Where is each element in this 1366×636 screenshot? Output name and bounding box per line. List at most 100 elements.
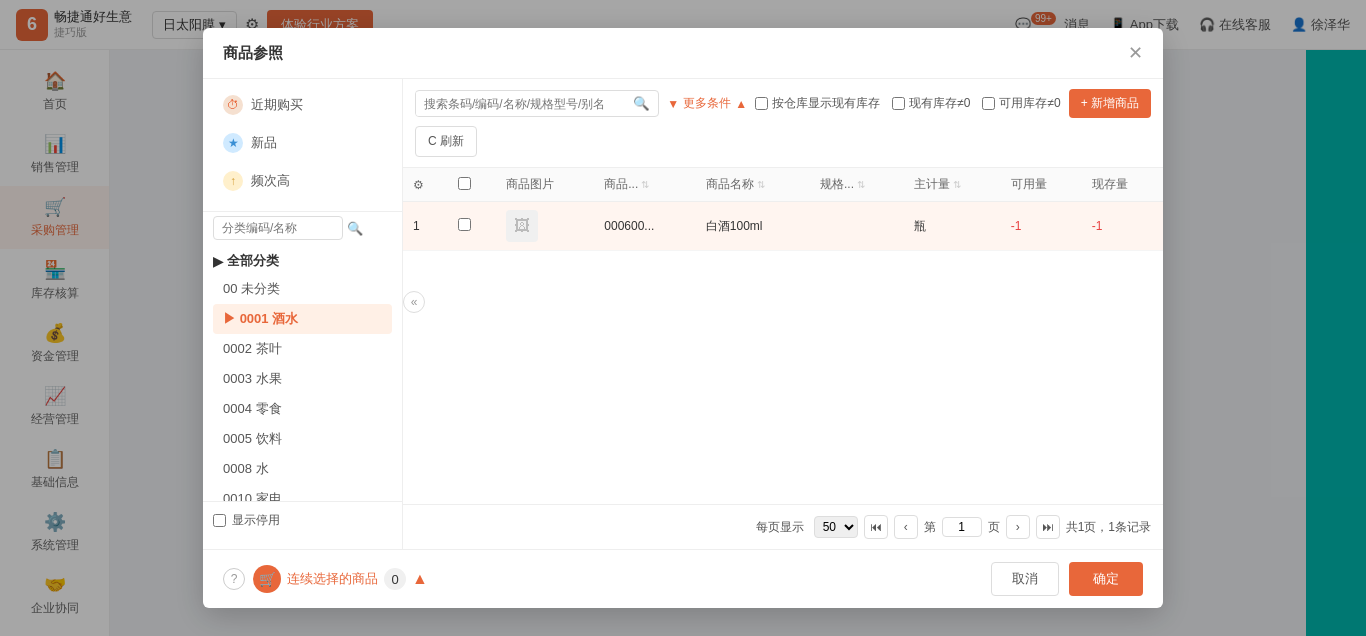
category-item-0008[interactable]: 0008 水 bbox=[213, 454, 392, 484]
filter-icon: ▼ bbox=[667, 97, 679, 111]
freq-icon: ↑ bbox=[223, 171, 243, 191]
all-categories[interactable]: ▶ 全部分类 bbox=[213, 248, 392, 274]
category-label: 0008 水 bbox=[223, 461, 269, 476]
cell-unit: 瓶 bbox=[904, 202, 1001, 251]
category-label: 0004 零食 bbox=[223, 401, 282, 416]
next-page-button[interactable]: › bbox=[1006, 515, 1030, 539]
cart-collapse-icon[interactable]: ▲ bbox=[412, 570, 428, 588]
product-table: ⚙ 商品图片 商品... 商品名称 规格... 主计量 可用量 现存量 bbox=[403, 168, 1163, 251]
cart-area[interactable]: 🛒 连续选择的商品 0 ▲ bbox=[253, 565, 428, 593]
category-search-input[interactable] bbox=[213, 216, 343, 240]
product-table-container: ⚙ 商品图片 商品... 商品名称 规格... 主计量 可用量 现存量 bbox=[403, 168, 1163, 504]
refresh-button[interactable]: C 刷新 bbox=[415, 126, 477, 157]
help-button[interactable]: ? bbox=[223, 568, 245, 590]
page-number-input[interactable] bbox=[942, 517, 982, 537]
category-label: 0003 水果 bbox=[223, 371, 282, 386]
modal-title: 商品参照 bbox=[223, 44, 283, 63]
quick-new[interactable]: ★ 新品 bbox=[213, 127, 392, 159]
col-img: 商品图片 bbox=[496, 168, 595, 202]
show-disabled-checkbox[interactable] bbox=[213, 514, 226, 527]
category-item-0001[interactable]: ▶ 0001 酒水 bbox=[213, 304, 392, 334]
select-all-checkbox[interactable] bbox=[458, 177, 471, 190]
category-item-0002[interactable]: 0002 茶叶 bbox=[213, 334, 392, 364]
footer-right: 取消 确定 bbox=[991, 562, 1143, 596]
search-bar: 🔍 bbox=[415, 90, 659, 117]
category-search-icon[interactable]: 🔍 bbox=[347, 221, 363, 236]
page-text: 第 bbox=[924, 519, 936, 536]
cart-count: 0 bbox=[384, 568, 406, 590]
checkbox-avail-nz-input[interactable] bbox=[982, 97, 995, 110]
category-expand-icon: ▶ bbox=[223, 311, 240, 326]
cell-img: 🖼 bbox=[496, 202, 595, 251]
col-unit[interactable]: 主计量 bbox=[904, 168, 1001, 202]
pagination: 每页显示 50 ⏮ ‹ 第 页 › ⏭ 共1页，1条记录 bbox=[403, 504, 1163, 549]
filter-button[interactable]: ▼ 更多条件 ▲ bbox=[667, 95, 747, 112]
show-disabled-label: 显示停用 bbox=[232, 512, 280, 529]
cell-code: 000600... bbox=[594, 202, 696, 251]
quick-access: ⏱ 近期购买 ★ 新品 ↑ 频次高 bbox=[203, 89, 402, 207]
category-search-area: 🔍 bbox=[203, 216, 402, 248]
checkbox-avail-nz[interactable]: 可用库存≠0 bbox=[982, 95, 1060, 112]
per-page-select[interactable]: 50 bbox=[814, 516, 858, 538]
cell-stock: -1 bbox=[1082, 202, 1163, 251]
col-code[interactable]: 商品... bbox=[594, 168, 696, 202]
table-body: 1 🖼 000600... 白酒100ml 瓶 -1 -1 bbox=[403, 202, 1163, 251]
modal-close-button[interactable]: ✕ bbox=[1128, 42, 1143, 64]
product-search-button[interactable]: 🔍 bbox=[625, 91, 658, 116]
checkbox-stock-nz[interactable]: 现有库存≠0 bbox=[892, 95, 970, 112]
first-page-button[interactable]: ⏮ bbox=[864, 515, 888, 539]
col-available: 可用量 bbox=[1001, 168, 1082, 202]
prev-page-button[interactable]: ‹ bbox=[894, 515, 918, 539]
product-modal: 商品参照 ✕ ⏱ 近期购买 ★ 新品 ↑ 频次高 bbox=[203, 28, 1163, 608]
new-icon: ★ bbox=[223, 133, 243, 153]
last-page-button[interactable]: ⏭ bbox=[1036, 515, 1060, 539]
category-item-0005[interactable]: 0005 饮料 bbox=[213, 424, 392, 454]
cell-checkbox[interactable] bbox=[448, 202, 496, 251]
modal-body: ⏱ 近期购买 ★ 新品 ↑ 频次高 « bbox=[203, 79, 1163, 549]
cell-name: 白酒100ml bbox=[696, 202, 810, 251]
table-head: ⚙ 商品图片 商品... 商品名称 规格... 主计量 可用量 现存量 bbox=[403, 168, 1163, 202]
category-code: 00 未分类 bbox=[223, 281, 280, 296]
category-item-0003[interactable]: 0003 水果 bbox=[213, 364, 392, 394]
cancel-button[interactable]: 取消 bbox=[991, 562, 1059, 596]
checkbox-warehouse[interactable]: 按仓库显示现有库存 bbox=[755, 95, 880, 112]
chevron-up-icon: ▲ bbox=[735, 97, 747, 111]
category-item-0004[interactable]: 0004 零食 bbox=[213, 394, 392, 424]
confirm-button[interactable]: 确定 bbox=[1069, 562, 1143, 596]
row-checkbox[interactable] bbox=[458, 218, 471, 231]
col-checkbox[interactable] bbox=[448, 168, 496, 202]
quick-recent[interactable]: ⏱ 近期购买 bbox=[213, 89, 392, 121]
product-image: 🖼 bbox=[506, 210, 538, 242]
page-unit: 页 bbox=[988, 519, 1000, 536]
checkbox-warehouse-label: 按仓库显示现有库存 bbox=[772, 95, 880, 112]
col-spec[interactable]: 规格... bbox=[810, 168, 904, 202]
collapse-button[interactable]: « bbox=[403, 291, 425, 313]
category-item-00[interactable]: 00 未分类 bbox=[213, 274, 392, 304]
category-item-0010[interactable]: 0010 家电 bbox=[213, 484, 392, 501]
category-list: ▶ 全部分类 00 未分类 ▶ 0001 酒水 0002 茶叶 0003 水果 bbox=[203, 248, 402, 501]
filter-checkboxes: 按仓库显示现有库存 现有库存≠0 可用库存≠0 bbox=[755, 95, 1061, 112]
clock-icon: ⏱ bbox=[223, 95, 243, 115]
modal-header: 商品参照 ✕ bbox=[203, 28, 1163, 79]
left-panel: ⏱ 近期购买 ★ 新品 ↑ 频次高 « bbox=[203, 79, 403, 549]
checkbox-warehouse-input[interactable] bbox=[755, 97, 768, 110]
category-label: 0002 茶叶 bbox=[223, 341, 282, 356]
add-product-button[interactable]: + 新增商品 bbox=[1069, 89, 1151, 118]
col-name[interactable]: 商品名称 bbox=[696, 168, 810, 202]
category-label: 0005 饮料 bbox=[223, 431, 282, 446]
product-search-input[interactable] bbox=[416, 92, 625, 116]
per-page-label: 每页显示 bbox=[756, 519, 804, 536]
quick-new-label: 新品 bbox=[251, 134, 277, 152]
quick-freq[interactable]: ↑ 频次高 bbox=[213, 165, 392, 197]
table-row[interactable]: 1 🖼 000600... 白酒100ml 瓶 -1 -1 bbox=[403, 202, 1163, 251]
modal-footer: ? 🛒 连续选择的商品 0 ▲ 取消 确定 bbox=[203, 549, 1163, 608]
show-disabled-area: 显示停用 bbox=[203, 501, 402, 539]
category-label: 0010 家电 bbox=[223, 491, 282, 501]
checkbox-stock-nz-input[interactable] bbox=[892, 97, 905, 110]
cell-num: 1 bbox=[403, 202, 448, 251]
table-header-row: ⚙ 商品图片 商品... 商品名称 规格... 主计量 可用量 现存量 bbox=[403, 168, 1163, 202]
cart-icon: 🛒 bbox=[253, 565, 281, 593]
col-settings[interactable]: ⚙ bbox=[403, 168, 448, 202]
filter-label: 更多条件 bbox=[683, 95, 731, 112]
right-panel: 🔍 ▼ 更多条件 ▲ 按仓库显示现有库存 现 bbox=[403, 79, 1163, 549]
